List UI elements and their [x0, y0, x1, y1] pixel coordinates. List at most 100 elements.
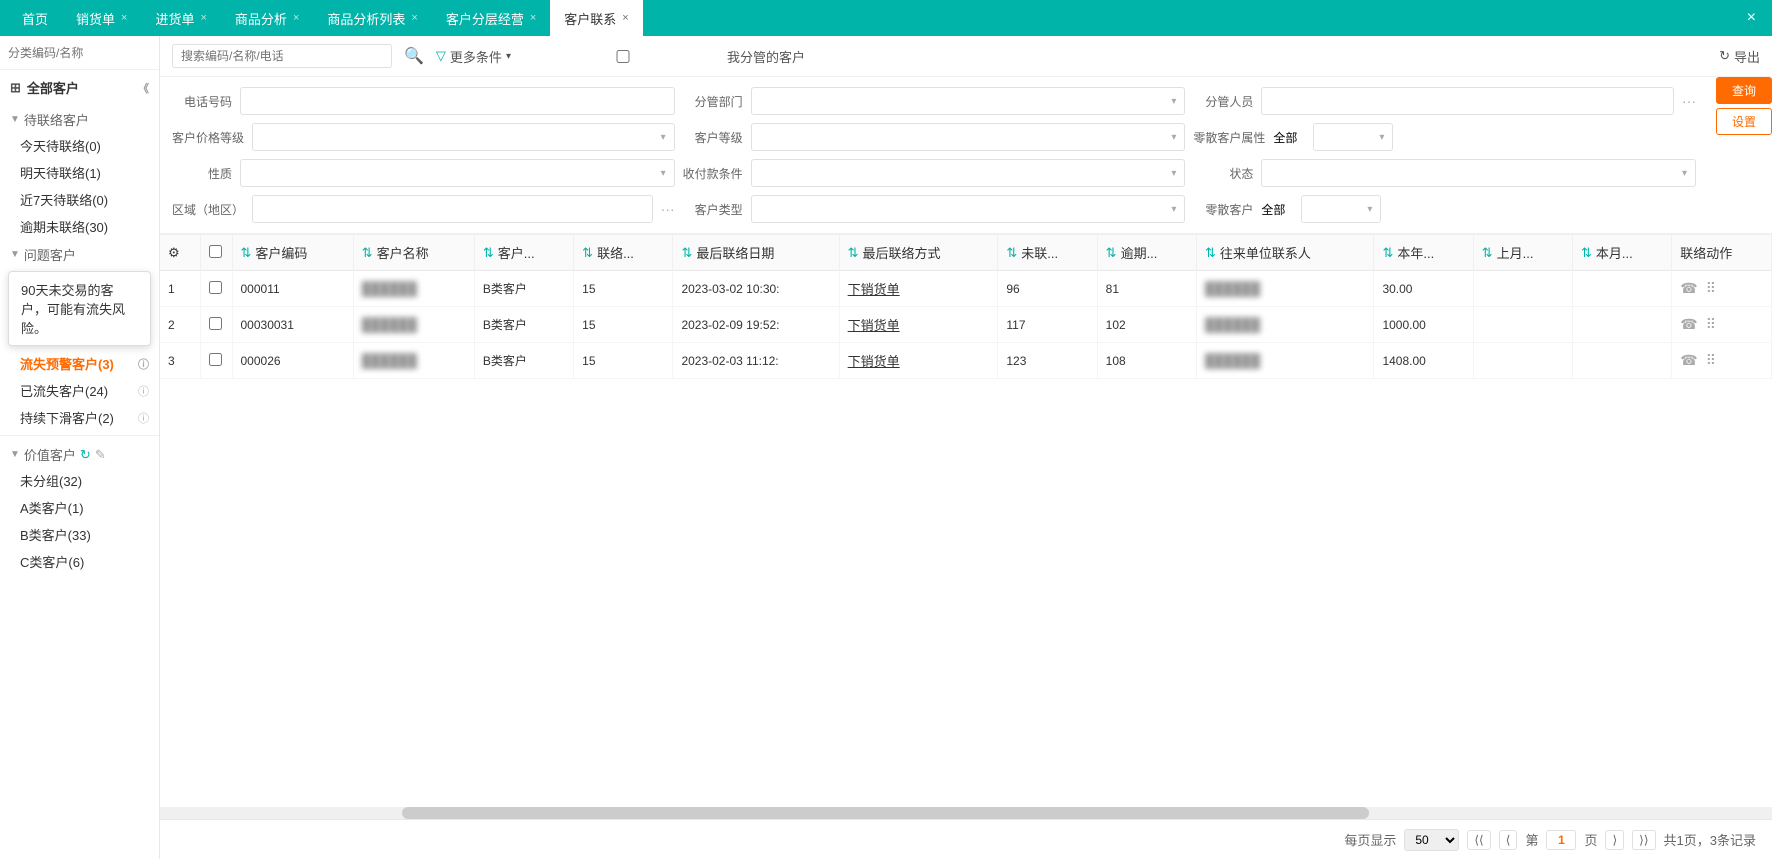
person-select[interactable]: [1261, 87, 1674, 115]
contact-icon[interactable]: ☎: [1680, 316, 1697, 333]
sidebar-search-input[interactable]: [8, 46, 160, 60]
th-this-year[interactable]: ⇅本年...: [1374, 235, 1473, 271]
edit-icon[interactable]: ✎: [95, 447, 106, 463]
price-level-select[interactable]: ▾: [252, 123, 675, 151]
customer-table: ⚙ ⇅客户编码 ⇅客户名称 ⇅客户...: [160, 235, 1772, 379]
section-value-customers[interactable]: ▼ 价值客户 ↻ ✎: [0, 440, 159, 467]
th-last-contact-method[interactable]: ⇅最后联络方式: [839, 235, 998, 271]
th-settings[interactable]: ⚙: [160, 235, 200, 271]
region-select[interactable]: [252, 195, 653, 223]
settings-icon[interactable]: ⚙: [168, 245, 180, 260]
close-icon[interactable]: ×: [411, 12, 417, 24]
customer-level-select[interactable]: ▾: [751, 123, 1186, 151]
horizontal-scrollbar[interactable]: [160, 807, 1772, 819]
sidebar-item-churn-warning[interactable]: 流失预警客户(3) ⓘ: [0, 350, 159, 377]
th-last-contact-date[interactable]: ⇅最后联络日期: [673, 235, 839, 271]
sidebar-item-class-b[interactable]: B类客户(33): [0, 521, 159, 548]
next-page-button[interactable]: ⟩: [1605, 830, 1624, 850]
row-checkbox[interactable]: [209, 353, 222, 366]
th-uncontacted[interactable]: ⇅未联...: [998, 235, 1097, 271]
sidebar-item-7days[interactable]: 近7天待联络(0): [0, 186, 159, 213]
contact-method-link[interactable]: 下销货单: [848, 354, 900, 369]
more-conditions-button[interactable]: ▽ 更多条件 ▾: [436, 47, 511, 66]
search-button[interactable]: 🔍: [404, 46, 424, 66]
th-name[interactable]: ⇅客户名称: [353, 235, 474, 271]
sidebar-item-declining[interactable]: 持续下滑客户(2) ⓘ: [0, 404, 159, 431]
close-icon[interactable]: ×: [121, 12, 127, 24]
contact-icon[interactable]: ☎: [1680, 280, 1697, 297]
td-contact-person: ██████: [1196, 343, 1374, 379]
export-button[interactable]: ↻ 导出: [1719, 47, 1760, 66]
close-icon[interactable]: ×: [530, 12, 536, 24]
tab-analysis-label: 商品分析: [235, 9, 287, 28]
payment-select[interactable]: ▾: [751, 159, 1186, 187]
query-button[interactable]: 查询: [1716, 77, 1772, 104]
section-pending-contact[interactable]: ▼ 待联络客户: [0, 105, 159, 132]
close-icon[interactable]: ×: [622, 12, 628, 24]
sidebar-item-overdue-contact[interactable]: 逾期未联络(30): [0, 213, 159, 240]
tab-analysis-list[interactable]: 商品分析列表 ×: [313, 0, 431, 36]
close-icon[interactable]: ×: [293, 12, 299, 24]
contact-method-link[interactable]: 下销货单: [848, 282, 900, 297]
region-more-icon[interactable]: ···: [661, 201, 675, 217]
status-select[interactable]: ▾: [1261, 159, 1696, 187]
phone-input[interactable]: [240, 87, 675, 115]
tab-analysis[interactable]: 商品分析 ×: [221, 0, 313, 36]
my-customers-check[interactable]: [523, 50, 723, 63]
scrollbar-thumb[interactable]: [402, 807, 1369, 819]
contact-icon[interactable]: ☎: [1680, 352, 1697, 369]
retail-attr-select[interactable]: ▾: [1313, 123, 1393, 151]
th-contact-person[interactable]: ⇅往来单位联系人: [1196, 235, 1374, 271]
tab-customer-contact[interactable]: 客户联系 ×: [550, 0, 642, 36]
td-last-month: [1473, 343, 1572, 379]
more-actions-icon[interactable]: ⠿: [1706, 316, 1716, 333]
table-area: ⚙ ⇅客户编码 ⇅客户名称 ⇅客户...: [160, 235, 1772, 807]
filter-row-1: 客户价格等级 ▾ 客户等级 ▾ 零散客户属性: [172, 123, 1696, 151]
sidebar-item-tomorrow[interactable]: 明天待联络(1): [0, 159, 159, 186]
retail-attr-label: 零散客户属性: [1193, 129, 1265, 146]
section-problem-customers[interactable]: ▼ 问题客户: [0, 240, 159, 267]
sidebar-item-today[interactable]: 今天待联络(0): [0, 132, 159, 159]
dept-select[interactable]: ▾: [751, 87, 1186, 115]
filter-region: 区域（地区） ···: [172, 195, 675, 223]
close-icon[interactable]: ×: [200, 12, 206, 24]
first-page-button[interactable]: ⟨⟨: [1467, 830, 1490, 850]
select-all-checkbox[interactable]: [209, 245, 222, 258]
more-actions-icon[interactable]: ⠿: [1706, 352, 1716, 369]
nature-select[interactable]: ▾: [240, 159, 675, 187]
refresh-icon[interactable]: ↻: [80, 447, 91, 463]
prev-page-button[interactable]: ⟨: [1499, 830, 1518, 850]
tab-purchase[interactable]: 进货单 ×: [141, 0, 220, 36]
window-close-button[interactable]: ×: [1739, 9, 1764, 27]
more-actions-icon[interactable]: ⠿: [1706, 280, 1716, 297]
th-last-month[interactable]: ⇅上月...: [1473, 235, 1572, 271]
contact-method-link[interactable]: 下销货单: [848, 318, 900, 333]
th-contact-count[interactable]: ⇅联络...: [574, 235, 673, 271]
page-input[interactable]: [1546, 830, 1576, 850]
sidebar-item-churned[interactable]: 已流失客户(24) ⓘ: [0, 377, 159, 404]
th-code[interactable]: ⇅客户编码: [232, 235, 353, 271]
td-last-contact-date: 2023-03-02 10:30:: [673, 271, 839, 307]
th-this-month[interactable]: ⇅本月...: [1573, 235, 1672, 271]
tab-sales[interactable]: 销货单 ×: [62, 0, 141, 36]
row-checkbox[interactable]: [209, 281, 222, 294]
retail-customer-select[interactable]: ▾: [1301, 195, 1381, 223]
settings-button[interactable]: 设置: [1716, 108, 1772, 135]
more-options-icon[interactable]: ···: [1682, 93, 1696, 109]
tab-home[interactable]: 首页: [8, 0, 62, 36]
th-type[interactable]: ⇅客户...: [474, 235, 573, 271]
td-last-contact-date: 2023-02-03 11:12:: [673, 343, 839, 379]
th-overdue[interactable]: ⇅逾期...: [1097, 235, 1196, 271]
per-page-select[interactable]: 50 100: [1404, 829, 1459, 851]
filter-customer-level: 客户等级 ▾: [683, 123, 1186, 151]
sidebar-item-ungroup[interactable]: 未分组(32): [0, 467, 159, 494]
sidebar-item-class-c[interactable]: C类客户(6): [0, 548, 159, 575]
sidebar-all-customers[interactable]: ⊞ 全部客户 《: [0, 70, 159, 105]
search-input[interactable]: [172, 44, 392, 68]
last-page-button[interactable]: ⟩⟩: [1632, 830, 1655, 850]
tab-customer-layer[interactable]: 客户分层经营 ×: [432, 0, 550, 36]
my-customers-checkbox[interactable]: 我分管的客户: [523, 47, 805, 66]
customer-type-select[interactable]: ▾: [751, 195, 1186, 223]
row-checkbox[interactable]: [209, 317, 222, 330]
sidebar-item-class-a[interactable]: A类客户(1): [0, 494, 159, 521]
